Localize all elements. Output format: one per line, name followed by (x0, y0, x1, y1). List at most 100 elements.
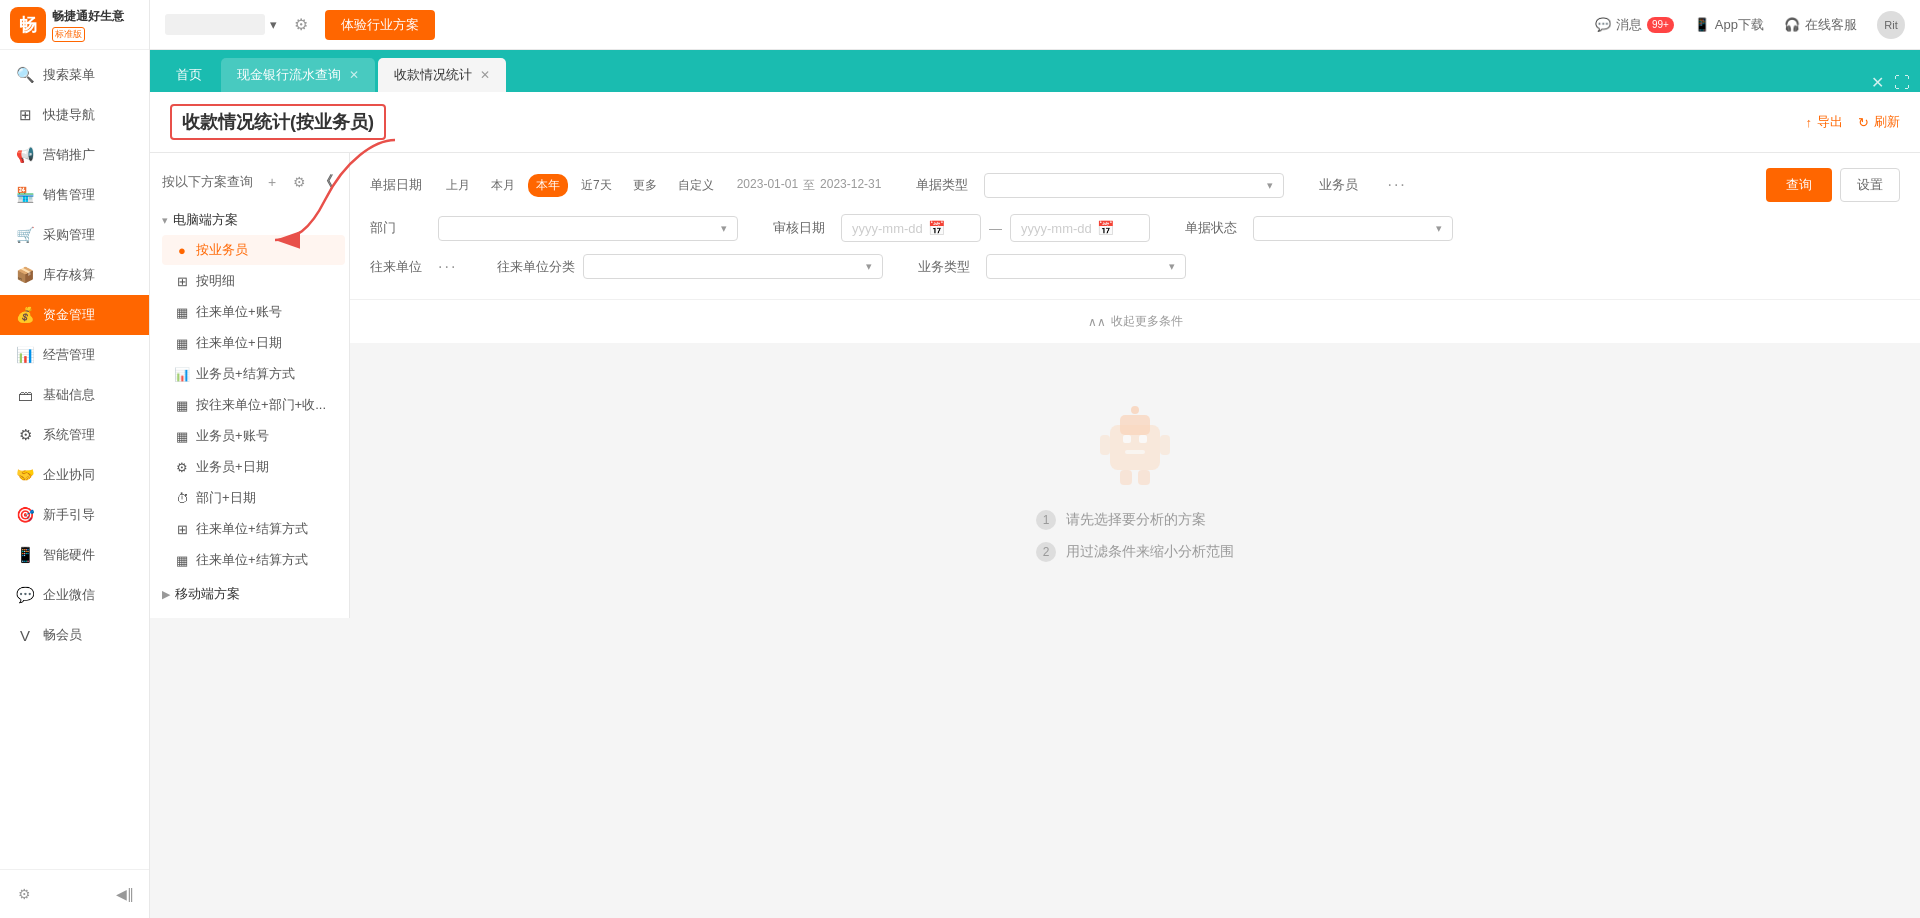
date-tab-last-month[interactable]: 上月 (438, 174, 478, 197)
page-title: 收款情况统计(按业务员) (182, 112, 374, 132)
guide-icon: 🎯 (15, 505, 35, 525)
dept-date-icon: ⏱ (174, 490, 190, 506)
export-btn[interactable]: ↑ 导出 (1806, 113, 1844, 131)
page-header: 收款情况统计(按业务员) ↑ 导出 ↻ 刷新 (150, 92, 1920, 153)
plan-item-unit-account[interactable]: ▦ 往来单位+账号 (162, 297, 345, 327)
sidebar-item-enterprise[interactable]: 🤝 企业协同 (0, 455, 149, 495)
sidebar-item-hardware[interactable]: 📱 智能硬件 (0, 535, 149, 575)
plan-item-staff-account[interactable]: ▦ 业务员+账号 (162, 421, 345, 451)
audit-date-label: 审核日期 (773, 219, 833, 237)
doc-type-arrow: ▾ (1267, 179, 1273, 192)
dept-select[interactable]: ▾ (438, 216, 738, 241)
plan-item-unit-settle1[interactable]: ⊞ 往来单位+结算方式 (162, 514, 345, 544)
date-tab-custom[interactable]: 自定义 (670, 174, 722, 197)
sidebar-item-system[interactable]: ⚙ 系统管理 (0, 415, 149, 455)
plan-item-unit-dept[interactable]: ▦ 按往来单位+部门+收... (162, 390, 345, 420)
partner-more-btn[interactable]: ··· (438, 258, 457, 276)
date-tab-this-month[interactable]: 本月 (483, 174, 523, 197)
biz-type-arrow: ▾ (1169, 260, 1175, 273)
online-service-btn[interactable]: 🎧 在线客服 (1784, 16, 1857, 34)
plan-item-unit-date[interactable]: ▦ 往来单位+日期 (162, 328, 345, 358)
top-header: ▾ ⚙ 体验行业方案 💬 消息 99+ 📱 App下载 🎧 在线客服 Rit (150, 0, 1920, 50)
system-icon: ⚙ (15, 425, 35, 445)
mobile-section-arrow: ▶ (162, 588, 170, 601)
svg-rect-8 (1120, 470, 1132, 485)
date-tab-this-year[interactable]: 本年 (528, 174, 568, 197)
step-num-1: 1 (1036, 510, 1056, 530)
sidebar-item-inventory[interactable]: 📦 库存核算 (0, 255, 149, 295)
win-maximize-btn[interactable]: ⛶ (1894, 74, 1910, 92)
query-btn[interactable]: 查询 (1766, 168, 1832, 202)
plan-collapse-btn[interactable]: 《 (315, 171, 337, 193)
logo-area: 畅 畅捷通好生意 标准版 (0, 0, 149, 50)
plan-item-by-detail[interactable]: ⊞ 按明细 (162, 266, 345, 296)
doc-status-select[interactable]: ▾ (1253, 216, 1453, 241)
audit-date-end[interactable]: yyyy-mm-dd 📅 (1010, 214, 1150, 242)
plan-section-pc-header[interactable]: ▾ 电脑端方案 (150, 206, 349, 234)
app-download-btn[interactable]: 📱 App下载 (1694, 16, 1764, 34)
tab-collection-close[interactable]: ✕ (480, 68, 490, 82)
unit-dept-icon: ▦ (174, 397, 190, 413)
sidebar-item-operation[interactable]: 📊 经营管理 (0, 335, 149, 375)
sidebar-item-finance[interactable]: 💰 资金管理 (0, 295, 149, 335)
header-gear-btn[interactable]: ⚙ (287, 11, 315, 39)
inventory-icon: 📦 (15, 265, 35, 285)
trial-btn[interactable]: 体验行业方案 (325, 10, 435, 40)
step-num-2: 2 (1036, 542, 1056, 562)
tab-bank-close[interactable]: ✕ (349, 68, 359, 82)
sidebar-collapse-btn[interactable]: ◀‖ (111, 880, 139, 908)
date-tab-more[interactable]: 更多 (625, 174, 665, 197)
dept-label: 部门 (370, 219, 430, 237)
main-right-content: 单据日期 上月 本月 本年 近7天 更多 自定义 (350, 153, 1920, 618)
hardware-icon: 📱 (15, 545, 35, 565)
user-avatar[interactable]: Rit (1877, 11, 1905, 39)
staff-more-btn[interactable]: ··· (1387, 176, 1406, 194)
refresh-btn[interactable]: ↻ 刷新 (1858, 113, 1900, 131)
doc-type-select[interactable]: ▾ (984, 173, 1284, 198)
purchase-icon: 🛒 (15, 225, 35, 245)
plan-item-by-staff[interactable]: ● 按业务员 (162, 235, 345, 265)
messages-btn[interactable]: 💬 消息 99+ (1595, 16, 1674, 34)
biz-type-select[interactable]: ▾ (986, 254, 1186, 279)
plan-item-staff-settle[interactable]: 📊 业务员+结算方式 (162, 359, 345, 389)
win-close-btn[interactable]: ✕ (1871, 73, 1884, 92)
collapse-bar: ∧∧ 收起更多条件 (350, 299, 1920, 343)
sidebar-bottom: ⚙ ◀‖ (0, 869, 149, 918)
sidebar-item-guide[interactable]: 🎯 新手引导 (0, 495, 149, 535)
plan-item-dept-date[interactable]: ⏱ 部门+日期 (162, 483, 345, 513)
marketing-icon: 📢 (15, 145, 35, 165)
date-label: 单据日期 (370, 176, 430, 194)
plan-settings-btn[interactable]: ⚙ (288, 171, 310, 193)
sidebar-item-marketing[interactable]: 📢 营销推广 (0, 135, 149, 175)
filter-row-1: 单据日期 上月 本月 本年 近7天 更多 自定义 (370, 168, 1900, 202)
plan-section-mobile-header[interactable]: ▶ 移动端方案 (150, 580, 349, 608)
settings-btn[interactable]: 设置 (1840, 168, 1900, 202)
date-tab-last7[interactable]: 近7天 (573, 174, 620, 197)
staff-date-icon: ⚙ (174, 459, 190, 475)
partner-type-select[interactable]: ▾ (583, 254, 883, 279)
svg-rect-5 (1125, 450, 1145, 454)
by-detail-icon: ⊞ (174, 273, 190, 289)
workspace-selector[interactable]: ▾ (165, 14, 277, 35)
collapse-more-btn[interactable]: ∧∧ 收起更多条件 (1088, 308, 1183, 335)
tab-home[interactable]: 首页 (160, 58, 218, 92)
audit-date-start[interactable]: yyyy-mm-dd 📅 (841, 214, 981, 242)
doc-status-label: 单据状态 (1185, 219, 1245, 237)
sidebar-item-vip[interactable]: V 畅会员 (0, 615, 149, 655)
tab-collection[interactable]: 收款情况统计 ✕ (378, 58, 506, 92)
plan-items-pc: ● 按业务员 ⊞ 按明细 ▦ 往来单位+账号 ▦ (150, 235, 349, 575)
tab-bank[interactable]: 现金银行流水查询 ✕ (221, 58, 375, 92)
sidebar-item-quicknav[interactable]: ⊞ 快捷导航 (0, 95, 149, 135)
plan-item-staff-date[interactable]: ⚙ 业务员+日期 (162, 452, 345, 482)
staff-label: 业务员 (1319, 176, 1379, 194)
plan-add-btn[interactable]: + (261, 171, 283, 193)
sidebar-item-purchase[interactable]: 🛒 采购管理 (0, 215, 149, 255)
sidebar-item-search[interactable]: 🔍 搜索菜单 (0, 55, 149, 95)
sidebar-settings-btn[interactable]: ⚙ (10, 880, 38, 908)
sidebar-item-sales[interactable]: 🏪 销售管理 (0, 175, 149, 215)
plan-item-unit-settle2[interactable]: ▦ 往来单位+结算方式 (162, 545, 345, 575)
sidebar-item-base[interactable]: 🗃 基础信息 (0, 375, 149, 415)
sidebar-item-wechat[interactable]: 💬 企业微信 (0, 575, 149, 615)
main-area: ▾ ⚙ 体验行业方案 💬 消息 99+ 📱 App下载 🎧 在线客服 Rit (150, 0, 1920, 918)
app-icon: 📱 (1694, 17, 1710, 32)
